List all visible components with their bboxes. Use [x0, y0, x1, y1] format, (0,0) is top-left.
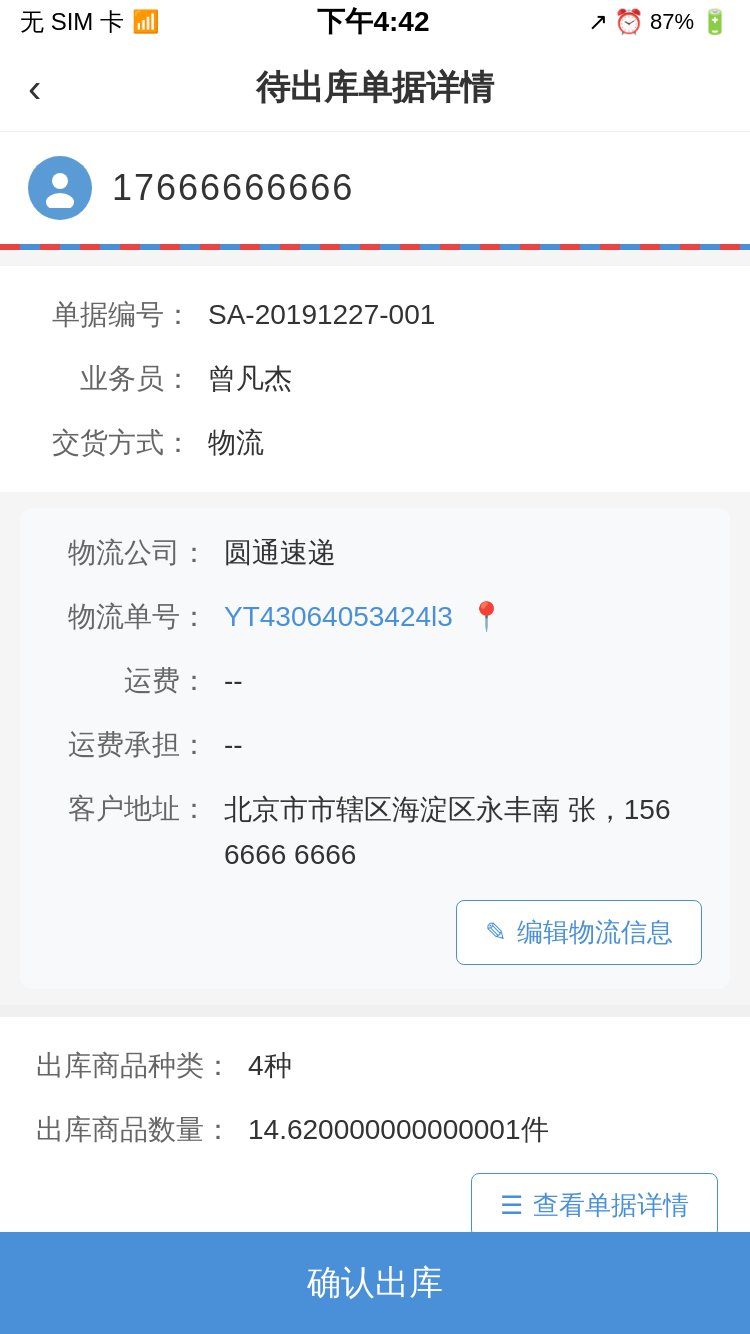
- view-detail-icon: ☰: [500, 1190, 523, 1221]
- edit-btn-row: ✎ 编辑物流信息: [48, 900, 702, 965]
- status-bar: 无 SIM 卡 📶 下午4:42 ↗ ⏰ 87% 🔋: [0, 0, 750, 44]
- wifi-icon: 📶: [132, 9, 159, 35]
- freight-value: --: [224, 660, 702, 702]
- view-detail-label: 查看单据详情: [533, 1188, 689, 1223]
- status-time: 下午4:42: [317, 3, 429, 41]
- nav-bar: ‹ 待出库单据详情: [0, 44, 750, 132]
- goods-type-value: 4种: [248, 1045, 718, 1087]
- page-title: 待出库单据详情: [256, 65, 494, 111]
- salesman-row: 业务员： 曾凡杰: [32, 358, 718, 400]
- address-row: 客户地址： 北京市市辖区海淀区永丰南 张，156 6666 6666: [48, 788, 702, 878]
- goods-type-label: 出库商品种类：: [32, 1045, 232, 1087]
- order-no-row: 单据编号： SA-20191227-001: [32, 294, 718, 336]
- tracking-row: 物流单号： YT43064053424l3 📍: [48, 596, 702, 638]
- freight-bearer-row: 运费承担： --: [48, 724, 702, 766]
- svg-point-0: [52, 173, 68, 189]
- salesman-label: 业务员：: [32, 358, 192, 400]
- confirm-button-label: 确认出库: [307, 1263, 443, 1301]
- sim-status: 无 SIM 卡: [20, 6, 124, 38]
- freight-row: 运费： --: [48, 660, 702, 702]
- svg-point-1: [46, 193, 74, 208]
- location-status-icon: ↗: [588, 8, 608, 36]
- logistics-company-row: 物流公司： 圆通速递: [48, 532, 702, 574]
- goods-quantity-label: 出库商品数量：: [32, 1109, 232, 1151]
- alarm-icon: ⏰: [614, 8, 644, 36]
- goods-section: 出库商品种类： 4种 出库商品数量： 14.620000000000001件 ☰…: [0, 1017, 750, 1266]
- logistics-company-label: 物流公司：: [48, 532, 208, 574]
- dashed-divider: [0, 244, 750, 250]
- edit-logistics-label: 编辑物流信息: [517, 915, 673, 950]
- goods-type-row: 出库商品种类： 4种: [32, 1045, 718, 1087]
- battery-level: 87%: [650, 9, 694, 35]
- delivery-label: 交货方式：: [32, 422, 192, 464]
- status-right: ↗ ⏰ 87% 🔋: [588, 8, 730, 36]
- tracking-label: 物流单号：: [48, 596, 208, 638]
- view-detail-btn-row: ☰ 查看单据详情: [32, 1173, 718, 1238]
- address-label: 客户地址：: [48, 788, 208, 830]
- user-phone: 17666666666: [112, 167, 354, 209]
- freight-bearer-label: 运费承担：: [48, 724, 208, 766]
- avatar: [28, 156, 92, 220]
- back-button[interactable]: ‹: [28, 68, 41, 108]
- freight-label: 运费：: [48, 660, 208, 702]
- order-info-section: 单据编号： SA-20191227-001 业务员： 曾凡杰 交货方式： 物流: [0, 266, 750, 492]
- freight-bearer-value: --: [224, 724, 702, 766]
- goods-quantity-row: 出库商品数量： 14.620000000000001件: [32, 1109, 718, 1151]
- edit-logistics-icon: ✎: [485, 917, 507, 948]
- salesman-value: 曾凡杰: [208, 358, 718, 400]
- order-no-label: 单据编号：: [32, 294, 192, 336]
- tracking-value: YT43064053424l3: [224, 596, 453, 638]
- logistics-company-value: 圆通速递: [224, 532, 702, 574]
- battery-icon: 🔋: [700, 8, 730, 36]
- map-pin-icon[interactable]: 📍: [469, 596, 504, 638]
- address-value: 北京市市辖区海淀区永丰南 张，156 6666 6666: [224, 788, 702, 878]
- logistics-section: 物流公司： 圆通速递 物流单号： YT43064053424l3 📍 运费： -…: [20, 508, 730, 989]
- order-no-value: SA-20191227-001: [208, 294, 718, 336]
- person-icon: [40, 168, 80, 208]
- edit-logistics-button[interactable]: ✎ 编辑物流信息: [456, 900, 702, 965]
- view-detail-button[interactable]: ☰ 查看单据详情: [471, 1173, 718, 1238]
- tracking-row-content: YT43064053424l3 📍: [224, 596, 702, 638]
- delivery-value: 物流: [208, 422, 718, 464]
- separator: [0, 1005, 750, 1017]
- user-header: 17666666666: [0, 132, 750, 244]
- delivery-row: 交货方式： 物流: [32, 422, 718, 464]
- status-left: 无 SIM 卡 📶: [20, 6, 159, 38]
- goods-quantity-value: 14.620000000000001件: [248, 1109, 718, 1151]
- confirm-btn-area[interactable]: 确认出库: [0, 1232, 750, 1334]
